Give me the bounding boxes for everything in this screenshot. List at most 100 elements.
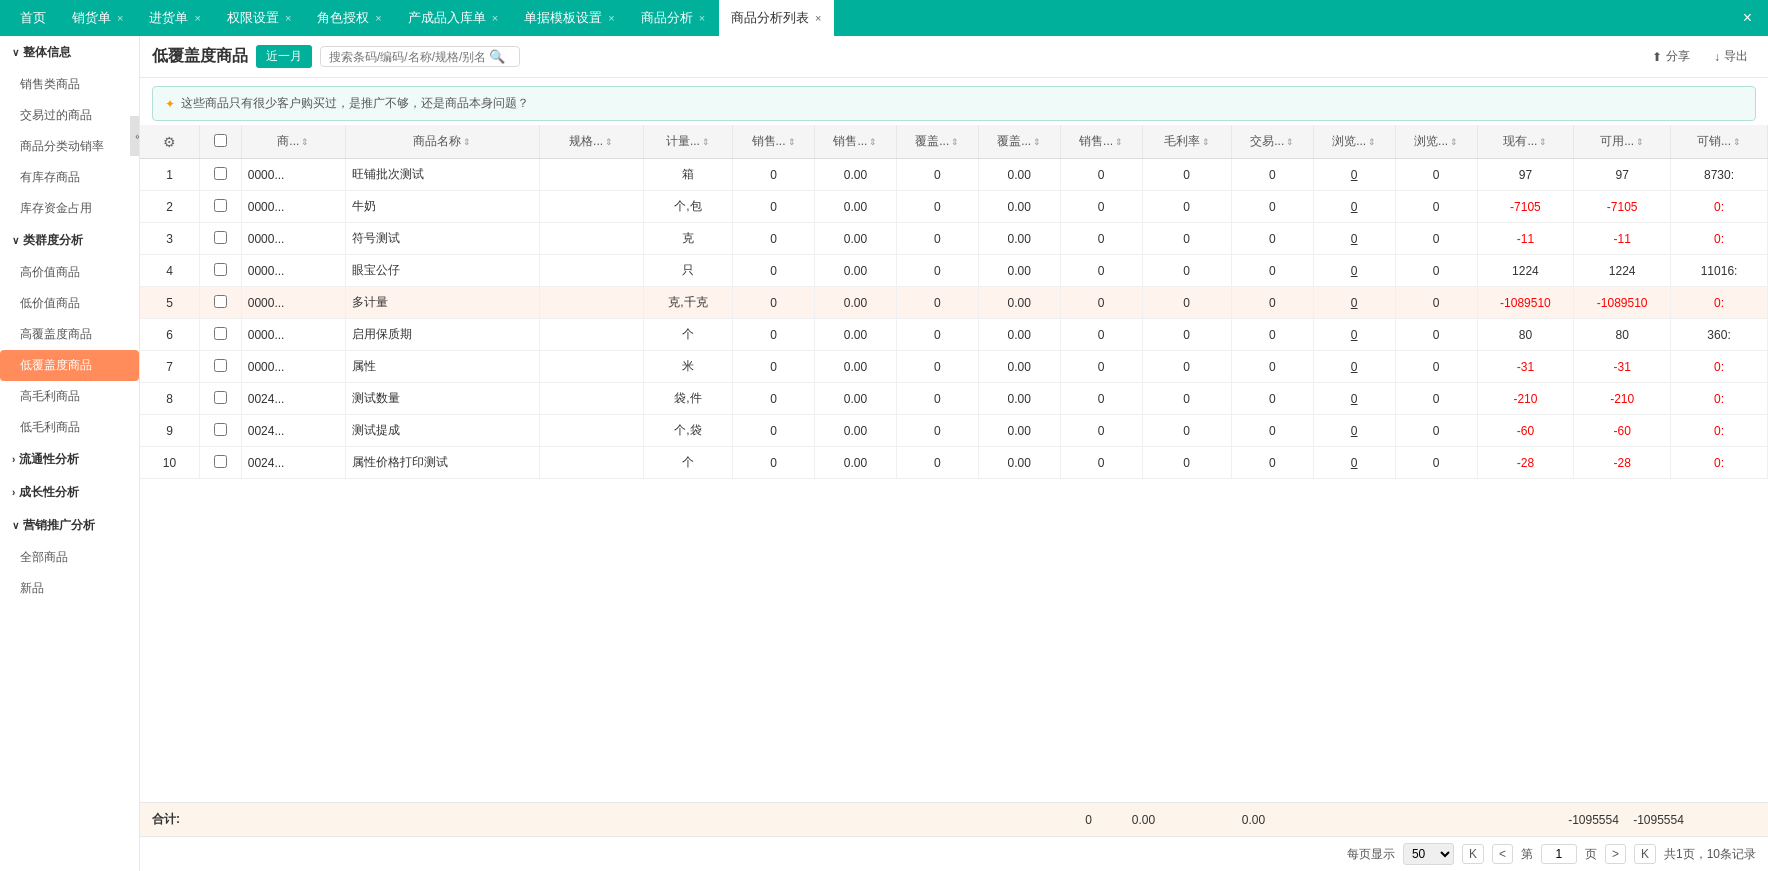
cell-browse1[interactable]: 0 xyxy=(1313,383,1395,415)
export-button[interactable]: ↓ 导出 xyxy=(1706,44,1756,69)
th-sales-days[interactable]: 销售...⇕ xyxy=(1060,125,1142,159)
sidebar-section-overall[interactable]: ∨ 整体信息 xyxy=(0,36,139,69)
search-input[interactable] xyxy=(329,50,489,64)
close-icon[interactable]: × xyxy=(492,12,498,24)
close-icon[interactable]: × xyxy=(285,12,291,24)
nav-product-in[interactable]: 产成品入库单 × xyxy=(396,0,510,36)
close-icon[interactable]: × xyxy=(699,12,705,24)
close-icon[interactable]: × xyxy=(194,12,200,24)
close-icon[interactable]: × xyxy=(375,12,381,24)
row-checkbox[interactable] xyxy=(214,455,227,468)
th-sellable[interactable]: 可销...⇕ xyxy=(1671,125,1768,159)
th-name[interactable]: 商品名称⇕ xyxy=(345,125,539,159)
cell-browse1[interactable]: 0 xyxy=(1313,447,1395,479)
nav-product-analysis-list[interactable]: 商品分析列表 × xyxy=(719,0,833,36)
cell-checkbox[interactable] xyxy=(200,383,242,415)
cell-browse1[interactable]: 0 xyxy=(1313,319,1395,351)
next-page-button[interactable]: > xyxy=(1605,844,1626,864)
sidebar-item-high-value[interactable]: 高价值商品 xyxy=(0,257,139,288)
nav-sales[interactable]: 销货单 × xyxy=(60,0,135,36)
th-cover-amount[interactable]: 覆盖...⇕ xyxy=(978,125,1060,159)
cell-checkbox[interactable] xyxy=(200,287,242,319)
cell-checkbox[interactable] xyxy=(200,351,242,383)
th-code[interactable]: 商...⇕ xyxy=(241,125,345,159)
sidebar-item-sales-goods[interactable]: 销售类商品 xyxy=(0,69,139,100)
th-sales-count[interactable]: 销售...⇕ xyxy=(733,125,815,159)
th-settings[interactable]: ⚙ xyxy=(140,125,200,159)
last-page-button[interactable]: K xyxy=(1634,844,1656,864)
th-trans[interactable]: 交易...⇕ xyxy=(1231,125,1313,159)
gear-icon[interactable]: ⚙ xyxy=(163,134,176,150)
th-avail[interactable]: 可用...⇕ xyxy=(1574,125,1671,159)
sidebar-item-high-coverage[interactable]: 高覆盖度商品 xyxy=(0,319,139,350)
cell-browse1[interactable]: 0 xyxy=(1313,159,1395,191)
th-sales-amount[interactable]: 销售...⇕ xyxy=(814,125,896,159)
row-checkbox[interactable] xyxy=(214,327,227,340)
sidebar-item-traded-goods[interactable]: 交易过的商品 xyxy=(0,100,139,131)
th-browse2[interactable]: 浏览...⇕ xyxy=(1395,125,1477,159)
cell-checkbox[interactable] xyxy=(200,447,242,479)
sidebar-item-stock-capital[interactable]: 库存资金占用 xyxy=(0,193,139,224)
nav-permission[interactable]: 权限设置 × xyxy=(215,0,303,36)
sidebar-section-growth[interactable]: › 成长性分析 xyxy=(0,476,139,509)
sidebar-section-cluster[interactable]: ∨ 类群度分析 xyxy=(0,224,139,257)
sidebar-collapse-button[interactable]: « xyxy=(130,116,140,156)
sidebar-item-stock-goods[interactable]: 有库存商品 xyxy=(0,162,139,193)
close-icon[interactable]: × xyxy=(117,12,123,24)
nav-product-analysis[interactable]: 商品分析 × xyxy=(629,0,717,36)
nav-template[interactable]: 单据模板设置 × xyxy=(512,0,626,36)
cell-checkbox[interactable] xyxy=(200,415,242,447)
nav-home[interactable]: 首页 xyxy=(8,0,58,36)
period-button[interactable]: 近一月 xyxy=(256,45,312,68)
page-number-input[interactable] xyxy=(1541,844,1577,864)
cell-checkbox[interactable] xyxy=(200,319,242,351)
row-checkbox[interactable] xyxy=(214,263,227,276)
cell-browse1[interactable]: 0 xyxy=(1313,351,1395,383)
first-page-button[interactable]: K xyxy=(1462,844,1484,864)
close-icon[interactable]: × xyxy=(608,12,614,24)
th-cover-count[interactable]: 覆盖...⇕ xyxy=(896,125,978,159)
sidebar-item-high-margin[interactable]: 高毛利商品 xyxy=(0,381,139,412)
select-all-checkbox[interactable] xyxy=(214,134,227,147)
prev-page-button[interactable]: < xyxy=(1492,844,1513,864)
row-checkbox[interactable] xyxy=(214,199,227,212)
row-checkbox[interactable] xyxy=(214,167,227,180)
row-checkbox[interactable] xyxy=(214,423,227,436)
sidebar-item-low-value[interactable]: 低价值商品 xyxy=(0,288,139,319)
cell-browse1[interactable]: 0 xyxy=(1313,415,1395,447)
sidebar-section-marketing[interactable]: ∨ 营销推广分析 xyxy=(0,509,139,542)
th-spec[interactable]: 规格...⇕ xyxy=(539,125,643,159)
sidebar-item-category-rate[interactable]: 商品分类动销率 xyxy=(0,131,139,162)
share-button[interactable]: ⬆ 分享 xyxy=(1644,44,1698,69)
cell-browse1[interactable]: 0 xyxy=(1313,287,1395,319)
row-checkbox[interactable] xyxy=(214,231,227,244)
search-icon[interactable]: 🔍 xyxy=(489,49,505,64)
cell-checkbox[interactable] xyxy=(200,223,242,255)
nav-purchase[interactable]: 进货单 × xyxy=(137,0,212,36)
nav-role[interactable]: 角色授权 × xyxy=(305,0,393,36)
th-browse1[interactable]: 浏览...⇕ xyxy=(1313,125,1395,159)
cell-checkbox[interactable] xyxy=(200,255,242,287)
cell-browse1[interactable]: 0 xyxy=(1313,223,1395,255)
cell-checkbox[interactable] xyxy=(200,159,242,191)
table-row: 2 0000... 牛奶 个,包 0 0.00 0 0.00 0 0 0 0 0… xyxy=(140,191,1768,223)
cell-checkbox[interactable] xyxy=(200,191,242,223)
sidebar-item-all-goods[interactable]: 全部商品 xyxy=(0,542,139,573)
sidebar-item-low-margin[interactable]: 低毛利商品 xyxy=(0,412,139,443)
cell-browse1[interactable]: 0 xyxy=(1313,255,1395,287)
row-checkbox[interactable] xyxy=(214,295,227,308)
cell-browse1[interactable]: 0 xyxy=(1313,191,1395,223)
table-container[interactable]: ⚙ 商...⇕ 商品名称⇕ 规格...⇕ 计量...⇕ 销售...⇕ 销售...… xyxy=(140,125,1768,802)
th-current[interactable]: 现有...⇕ xyxy=(1477,125,1574,159)
th-unit[interactable]: 计量...⇕ xyxy=(643,125,732,159)
sidebar-item-low-coverage[interactable]: 低覆盖度商品 xyxy=(0,350,139,381)
row-checkbox[interactable] xyxy=(214,391,227,404)
per-page-select[interactable]: 50 10 20 100 xyxy=(1403,843,1454,865)
th-checkbox[interactable] xyxy=(200,125,242,159)
sidebar-section-circulation[interactable]: › 流通性分析 xyxy=(0,443,139,476)
close-icon[interactable]: × xyxy=(815,12,821,24)
close-all-button[interactable]: × xyxy=(1735,9,1760,27)
th-gross-rate[interactable]: 毛利率⇕ xyxy=(1142,125,1231,159)
row-checkbox[interactable] xyxy=(214,359,227,372)
sidebar-item-new-goods[interactable]: 新品 xyxy=(0,573,139,604)
